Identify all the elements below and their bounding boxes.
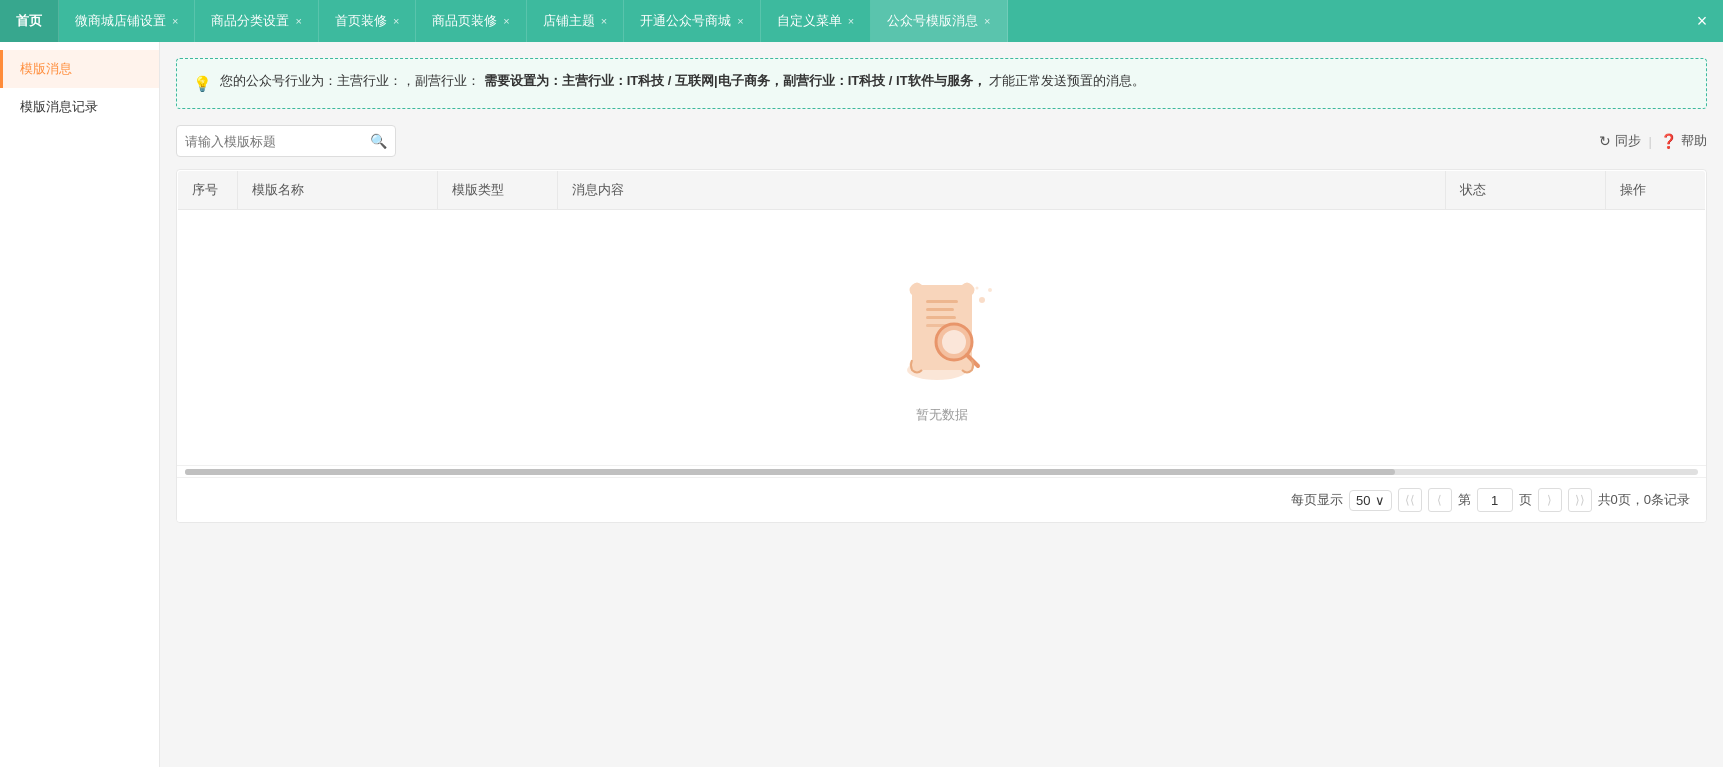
next-page-button[interactable]: ⟩	[1538, 488, 1562, 512]
table-header: 序号 模版名称 模版类型 消息内容 状态	[178, 171, 1706, 210]
nav-tab-fenlei-close[interactable]: ×	[295, 15, 301, 27]
nav-tab-shangpin-label: 商品页装修	[432, 12, 497, 30]
nav-tab-shangpin[interactable]: 商品页装修 ×	[416, 0, 526, 42]
nav-tab-shangpin-close[interactable]: ×	[503, 15, 509, 27]
chevron-down-icon: ∨	[1375, 493, 1385, 508]
nav-tab-zhuti-label: 店铺主题	[543, 12, 595, 30]
empty-state: 暂无数据	[178, 210, 1705, 464]
nav-tab-moban[interactable]: 公众号模版消息 ×	[871, 0, 1007, 42]
help-label: 帮助	[1681, 132, 1707, 150]
svg-rect-3	[926, 316, 956, 319]
nav-tab-fenlei-label: 商品分类设置	[211, 12, 289, 30]
col-header-action: 操作	[1606, 171, 1706, 210]
search-icon[interactable]: 🔍	[370, 133, 387, 149]
col-header-content: 消息内容	[558, 171, 1446, 210]
info-box-highlight: 需要设置为：主营行业：IT科技 / 互联网|电子商务，副营行业：IT科技 / I…	[484, 73, 986, 88]
svg-point-6	[942, 330, 966, 354]
page-prefix: 第	[1458, 491, 1471, 509]
page-input[interactable]	[1477, 488, 1513, 512]
content-area: 💡 您的公众号行业为：主营行业：，副营行业： 需要设置为：主营行业：IT科技 /…	[160, 42, 1723, 767]
sidebar: 模版消息 模版消息记录	[0, 42, 160, 767]
search-input[interactable]	[185, 134, 370, 149]
help-button[interactable]: ❓ 帮助	[1660, 132, 1707, 150]
info-box-text: 您的公众号行业为：主营行业：，副营行业： 需要设置为：主营行业：IT科技 / 互…	[220, 71, 1145, 92]
col-header-status: 状态	[1446, 171, 1606, 210]
scroll-bar-row[interactable]	[177, 465, 1706, 477]
nav-tab-kaishang-close[interactable]: ×	[737, 15, 743, 27]
nav-tab-zhuti-close[interactable]: ×	[601, 15, 607, 27]
table-body: 暂无数据	[178, 210, 1706, 465]
last-page-button[interactable]: ⟩⟩	[1568, 488, 1592, 512]
nav-tab-fenlei[interactable]: 商品分类设置 ×	[195, 0, 318, 42]
nav-tab-weishangcheng-close[interactable]: ×	[172, 15, 178, 27]
scroll-track[interactable]	[185, 469, 1698, 475]
nav-tab-shouye-close[interactable]: ×	[393, 15, 399, 27]
info-box: 💡 您的公众号行业为：主营行业：，副营行业： 需要设置为：主营行业：IT科技 /…	[176, 58, 1707, 109]
nav-tab-shouye[interactable]: 首页装修 ×	[319, 0, 416, 42]
page-size-select[interactable]: 50 ∨	[1349, 490, 1391, 511]
svg-rect-2	[926, 308, 954, 311]
nav-tab-caidan[interactable]: 自定义菜单 ×	[761, 0, 871, 42]
page-total: 共0页，0条记录	[1598, 491, 1690, 509]
svg-point-10	[975, 287, 978, 290]
svg-point-9	[988, 288, 992, 292]
empty-text: 暂无数据	[916, 406, 968, 424]
sidebar-item-moban-jilu-label: 模版消息记录	[20, 99, 98, 114]
pagination-row: 每页显示 50 ∨ ⟨⟨ ⟨ 第 页 ⟩ ⟩⟩ 共0页，0条记录	[177, 477, 1706, 522]
sidebar-item-moban-label: 模版消息	[20, 61, 72, 76]
nav-tab-home[interactable]: 首页	[0, 0, 59, 42]
nav-tab-kaishang-label: 开通公众号商城	[640, 12, 731, 30]
nav-tab-weishangcheng-label: 微商城店铺设置	[75, 12, 166, 30]
nav-tab-kaishang[interactable]: 开通公众号商城 ×	[624, 0, 760, 42]
search-row: 🔍 ↻ 同步 | ❓ 帮助	[176, 125, 1707, 157]
nav-tab-caidan-label: 自定义菜单	[777, 12, 842, 30]
bulb-icon: 💡	[193, 72, 212, 96]
scroll-thumb[interactable]	[185, 469, 1395, 475]
window-close-button[interactable]: ×	[1681, 0, 1723, 42]
nav-tab-zhuti[interactable]: 店铺主题 ×	[527, 0, 624, 42]
sync-icon: ↻	[1599, 133, 1611, 149]
info-box-suffix: 才能正常发送预置的消息。	[989, 73, 1145, 88]
data-table: 序号 模版名称 模版类型 消息内容 状态	[177, 170, 1706, 465]
nav-tab-weishangcheng[interactable]: 微商城店铺设置 ×	[59, 0, 195, 42]
page-size-label: 每页显示	[1291, 491, 1343, 509]
nav-tab-home-label: 首页	[16, 12, 42, 30]
empty-icon	[882, 270, 1002, 390]
nav-tab-moban-label: 公众号模版消息	[887, 12, 978, 30]
help-icon: ❓	[1660, 133, 1677, 149]
nav-tab-caidan-close[interactable]: ×	[848, 15, 854, 27]
sidebar-item-moban[interactable]: 模版消息	[0, 50, 159, 88]
page-word: 页	[1519, 491, 1532, 509]
col-header-index: 序号	[178, 171, 238, 210]
svg-rect-1	[926, 300, 958, 303]
sync-button[interactable]: ↻ 同步	[1599, 132, 1641, 150]
sync-label: 同步	[1615, 132, 1641, 150]
prev-page-button[interactable]: ⟨	[1428, 488, 1452, 512]
toolbar-right: ↻ 同步 | ❓ 帮助	[1599, 132, 1707, 150]
top-nav: 首页 微商城店铺设置 × 商品分类设置 × 首页装修 × 商品页装修 × 店铺主…	[0, 0, 1723, 42]
first-page-button[interactable]: ⟨⟨	[1398, 488, 1422, 512]
svg-point-8	[979, 297, 985, 303]
col-header-name: 模版名称	[238, 171, 438, 210]
page-size-value: 50	[1356, 493, 1370, 508]
nav-tab-moban-close[interactable]: ×	[984, 15, 990, 27]
table-wrapper: 序号 模版名称 模版类型 消息内容 状态	[176, 169, 1707, 523]
sidebar-item-moban-jilu[interactable]: 模版消息记录	[0, 88, 159, 126]
main-layout: 模版消息 模版消息记录 💡 您的公众号行业为：主营行业：，副营行业： 需要设置为…	[0, 42, 1723, 767]
col-header-type: 模版类型	[438, 171, 558, 210]
info-box-prefix: 您的公众号行业为：主营行业：，副营行业：	[220, 73, 480, 88]
search-input-wrap[interactable]: 🔍	[176, 125, 396, 157]
nav-tab-shouye-label: 首页装修	[335, 12, 387, 30]
toolbar-divider: |	[1649, 134, 1652, 149]
